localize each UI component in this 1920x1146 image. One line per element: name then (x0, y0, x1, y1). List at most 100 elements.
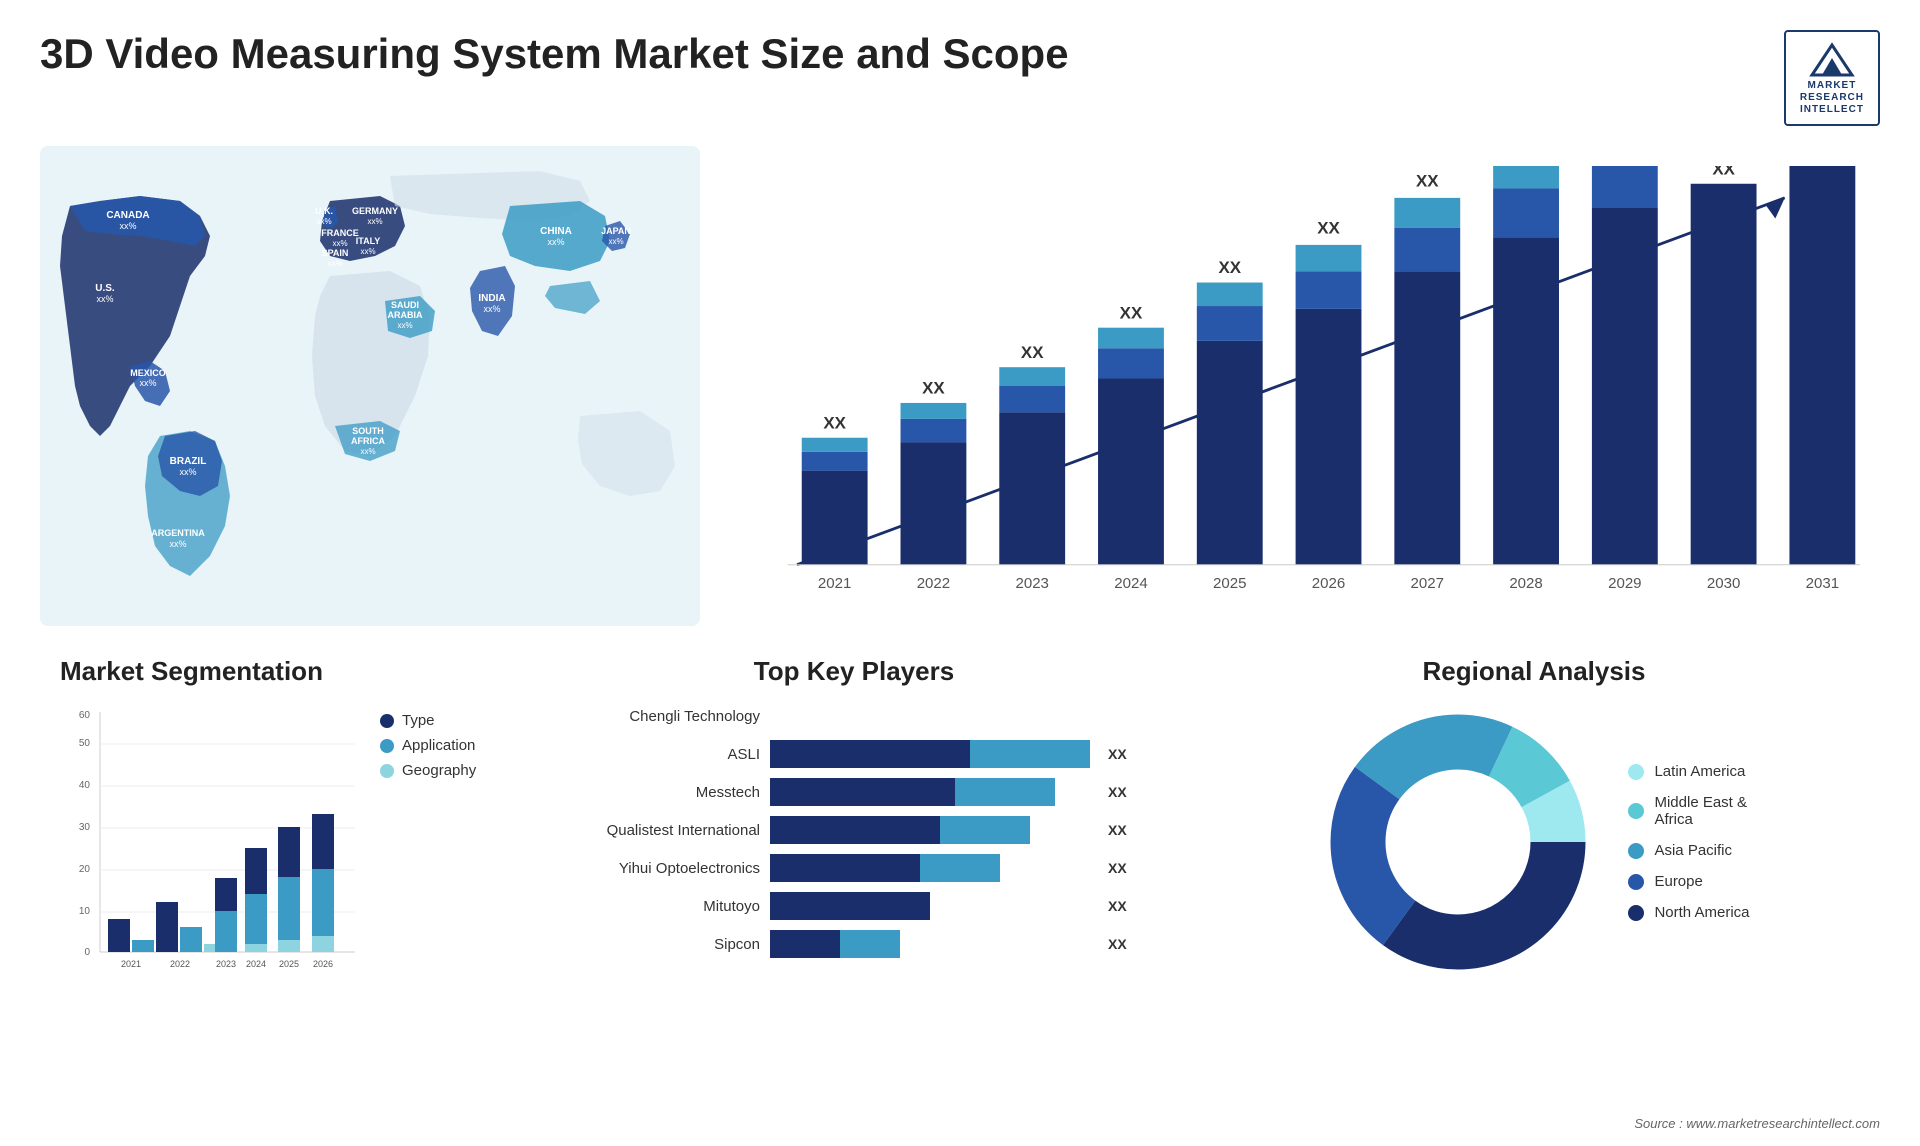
player-bar (770, 816, 1090, 844)
svg-text:ARABIA: ARABIA (388, 310, 423, 320)
legend-item-application: Application (380, 737, 476, 754)
svg-text:XX: XX (1416, 172, 1439, 191)
svg-text:2025: 2025 (1213, 575, 1246, 592)
svg-text:xx%: xx% (316, 217, 331, 226)
player-bar (770, 702, 1090, 730)
svg-text:xx%: xx% (332, 239, 347, 248)
player-name: Qualistest International (570, 822, 760, 839)
latin-america-label: Latin America (1654, 763, 1745, 780)
svg-text:2021: 2021 (121, 959, 141, 969)
europe-dot (1628, 874, 1644, 890)
logo: MARKETRESEARCHINTELLECT (1784, 30, 1880, 126)
bar-seg (970, 740, 1090, 768)
players-section: Top Key Players Chengli Technology ASLI … (550, 646, 1158, 1066)
north-america-dot (1628, 905, 1644, 921)
logo-text: MARKETRESEARCHINTELLECT (1800, 80, 1864, 116)
player-name: Chengli Technology (570, 708, 760, 725)
player-value: XX (1108, 746, 1138, 762)
bottom-section: Market Segmentation 0 10 20 30 40 50 60 (40, 646, 1880, 1066)
svg-text:U.S.: U.S. (95, 283, 115, 294)
svg-text:U.K.: U.K. (315, 206, 333, 216)
svg-text:2023: 2023 (1015, 575, 1048, 592)
svg-text:SAUDI: SAUDI (391, 300, 419, 310)
svg-text:2026: 2026 (1312, 575, 1345, 592)
player-row-asli: ASLI XX (570, 740, 1138, 768)
regional-content: Latin America Middle East &Africa Asia P… (1208, 702, 1860, 982)
regional-legend: Latin America Middle East &Africa Asia P… (1628, 763, 1749, 921)
player-name: Yihui Optoelectronics (570, 860, 760, 877)
player-name: Mitutoyo (570, 898, 760, 915)
legend-latin-america: Latin America (1628, 763, 1749, 780)
svg-text:xx%: xx% (608, 237, 623, 246)
north-america-label: North America (1654, 904, 1749, 921)
application-dot (380, 739, 394, 753)
player-bar (770, 854, 1090, 882)
svg-text:xx%: xx% (96, 294, 113, 304)
svg-text:SPAIN: SPAIN (322, 248, 349, 258)
geography-label: Geography (402, 762, 476, 779)
legend-north-america: North America (1628, 904, 1749, 921)
legend-mea: Middle East &Africa (1628, 794, 1749, 828)
svg-text:30: 30 (79, 822, 91, 833)
player-row-chengli: Chengli Technology (570, 702, 1138, 730)
regional-section: Regional Analysis (1188, 646, 1880, 1066)
player-name: ASLI (570, 746, 760, 763)
europe-label: Europe (1654, 873, 1702, 890)
svg-text:GERMANY: GERMANY (352, 206, 398, 216)
player-name: Messtech (570, 784, 760, 801)
svg-text:2031: 2031 (1806, 575, 1839, 592)
svg-text:XX: XX (1317, 219, 1340, 238)
svg-text:xx%: xx% (139, 378, 156, 388)
svg-text:BRAZIL: BRAZIL (170, 456, 207, 467)
svg-text:2030: 2030 (1707, 575, 1740, 592)
bar-chart-svg: XX 2021 XX 2022 XX 2023 XX 2024 (750, 166, 1860, 606)
svg-text:20: 20 (79, 864, 91, 875)
legend-item-geography: Geography (380, 762, 476, 779)
svg-text:0: 0 (84, 947, 90, 958)
bar-seg (940, 816, 1030, 844)
asia-pacific-label: Asia Pacific (1654, 842, 1732, 859)
bar-seg (770, 778, 955, 806)
latin-america-dot (1628, 764, 1644, 780)
player-bar (770, 778, 1090, 806)
player-row-yihui: Yihui Optoelectronics XX (570, 854, 1138, 882)
svg-text:xx%: xx% (360, 447, 375, 456)
svg-text:60: 60 (79, 710, 91, 721)
bar-seg (770, 854, 920, 882)
legend-europe: Europe (1628, 873, 1749, 890)
asia-pacific-dot (1628, 843, 1644, 859)
donut-chart (1318, 702, 1598, 982)
svg-text:2027: 2027 (1411, 575, 1444, 592)
source-text: Source : www.marketresearchintellect.com (1634, 1116, 1880, 1131)
svg-text:XX: XX (1712, 166, 1735, 178)
svg-text:JAPAN: JAPAN (601, 226, 631, 236)
svg-text:xx%: xx% (360, 247, 375, 256)
svg-text:XX: XX (823, 413, 846, 432)
player-bar (770, 930, 1090, 958)
svg-text:ARGENTINA: ARGENTINA (151, 528, 205, 538)
svg-text:50: 50 (79, 738, 91, 749)
segmentation-title: Market Segmentation (60, 656, 500, 687)
svg-text:2025: 2025 (279, 959, 299, 969)
geography-dot (380, 764, 394, 778)
player-row-messtech: Messtech XX (570, 778, 1138, 806)
legend-item-type: Type (380, 712, 476, 729)
player-name: Sipcon (570, 936, 760, 953)
svg-text:40: 40 (79, 780, 91, 791)
bar-seg (840, 930, 900, 958)
bar-seg (770, 816, 940, 844)
player-row-sipcon: Sipcon XX (570, 930, 1138, 958)
svg-text:2026: 2026 (313, 959, 333, 969)
bar-seg (770, 892, 930, 920)
header: 3D Video Measuring System Market Size an… (40, 30, 1880, 126)
player-bar (770, 892, 1090, 920)
bar-seg (770, 930, 840, 958)
type-dot (380, 714, 394, 728)
svg-text:MEXICO: MEXICO (130, 368, 166, 378)
segmentation-section: Market Segmentation 0 10 20 30 40 50 60 (40, 646, 520, 1066)
regional-title: Regional Analysis (1208, 656, 1860, 687)
svg-text:INDIA: INDIA (478, 293, 505, 304)
svg-text:2028: 2028 (1509, 575, 1542, 592)
svg-text:AFRICA: AFRICA (351, 436, 385, 446)
svg-text:ITALY: ITALY (356, 236, 381, 246)
